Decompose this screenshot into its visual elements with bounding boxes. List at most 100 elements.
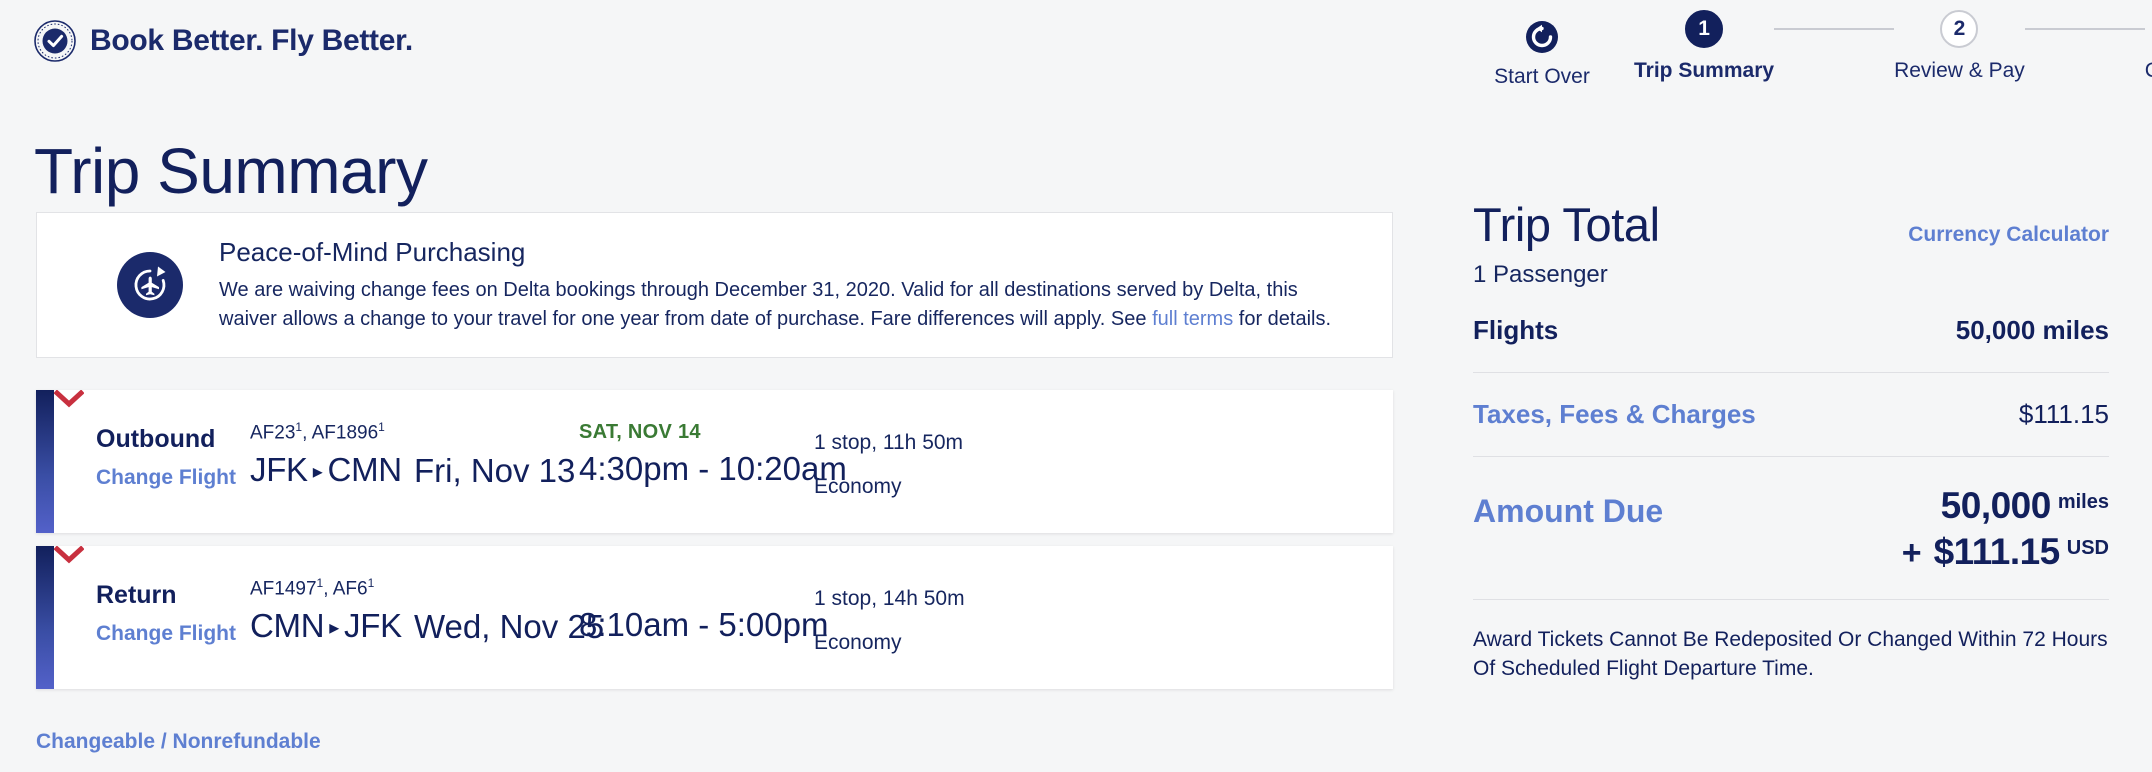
flight-number-1-footnote: 1 bbox=[316, 576, 324, 590]
peace-of-mind-text-part1: We are waiving change fees on Delta book… bbox=[219, 278, 1298, 330]
amount-due-miles: 50,000 bbox=[1940, 485, 2052, 527]
flight-numbers: AF231, AF18961 bbox=[250, 420, 385, 444]
flight-number-2-footnote: 1 bbox=[378, 420, 385, 434]
flight-cabin: Economy bbox=[814, 475, 902, 499]
amount-due-miles-line: 50,000 miles bbox=[1902, 485, 2109, 527]
step-list: 1 Trip Summary 2 Review & Pay 3 Confirma… bbox=[1634, 10, 2152, 83]
step-label-confirmation: Confirmation bbox=[2145, 59, 2152, 83]
flight-number-2: AF1896 bbox=[311, 422, 379, 444]
progress-stepper: Start Over 1 Trip Summary 2 Review & Pay… bbox=[1478, 10, 2152, 89]
flight-origin: CMN bbox=[250, 607, 325, 645]
step-review-pay[interactable]: 2 Review & Pay bbox=[1894, 10, 2025, 83]
arrival-day-label: SAT, NOV 14 bbox=[579, 421, 701, 443]
plane-refresh-icon bbox=[117, 252, 183, 318]
arrow-right-icon: ▸ bbox=[329, 617, 340, 640]
step-trip-summary[interactable]: 1 Trip Summary bbox=[1634, 10, 1774, 83]
trip-total-panel: Trip Total Currency Calculator 1 Passeng… bbox=[1473, 200, 2109, 683]
taxes-label[interactable]: Taxes, Fees & Charges bbox=[1473, 399, 1756, 430]
flight-date-group: Fri, Nov 13 bbox=[414, 452, 575, 490]
chevron-down-icon bbox=[53, 545, 85, 564]
flight-content-return: Return Change Flight AF14971, AF61 CMN ▸ J… bbox=[53, 545, 1393, 689]
step-number-2: 2 bbox=[1940, 10, 1979, 48]
amount-due-miles-unit: miles bbox=[2057, 491, 2109, 514]
summary-divider-1 bbox=[1473, 372, 2109, 374]
trip-summary-page: Book Better. Fly Better. Start Over 1 Tr… bbox=[0, 0, 2152, 772]
flight-date: Wed, Nov 25 bbox=[414, 608, 605, 645]
flight-date: Fri, Nov 13 bbox=[414, 452, 576, 489]
passenger-count: 1 Passenger bbox=[1473, 261, 1608, 289]
flight-date-group: Wed, Nov 25 bbox=[414, 608, 604, 646]
restart-circle-icon bbox=[1524, 19, 1560, 55]
peace-of-mind-title: Peace-of-Mind Purchasing bbox=[219, 236, 526, 267]
flight-number-2: AF6 bbox=[332, 578, 368, 600]
fare-rules-link[interactable]: Changeable / Nonrefundable bbox=[36, 730, 321, 754]
change-flight-link-outbound[interactable]: Change Flight bbox=[96, 466, 236, 490]
flight-direction: Return bbox=[96, 581, 177, 609]
brand-tagline: Book Better. Fly Better. bbox=[90, 24, 413, 57]
arrival-day-label bbox=[579, 576, 828, 600]
peace-of-mind-text: We are waiving change fees on Delta book… bbox=[219, 276, 1339, 334]
flight-destination: CMN bbox=[327, 451, 403, 489]
flight-number-1: AF1497 bbox=[250, 578, 317, 600]
flight-route-group: AF14971, AF61 CMN ▸ JFK bbox=[250, 576, 402, 645]
trip-total-header: Trip Total Currency Calculator bbox=[1473, 200, 2109, 250]
flight-cabin: Economy bbox=[814, 631, 902, 655]
step-number-1: 1 bbox=[1685, 10, 1724, 48]
flight-row-return[interactable]: Return Change Flight AF14971, AF61 CMN ▸ J… bbox=[36, 545, 1393, 689]
summary-divider-3 bbox=[1473, 599, 2109, 601]
expand-flight-return[interactable] bbox=[53, 545, 1393, 564]
brand-logo[interactable]: Book Better. Fly Better. bbox=[34, 20, 413, 62]
flight-numbers: AF14971, AF61 bbox=[250, 576, 375, 600]
flight-label-group: Return Change Flight bbox=[96, 582, 236, 646]
flight-stops-duration: 1 stop, 11h 50m bbox=[814, 431, 964, 454]
flight-route: CMN ▸ JFK bbox=[250, 607, 402, 645]
flight-accent-bar bbox=[36, 390, 54, 533]
flight-route: JFK ▸ CMN bbox=[250, 451, 402, 489]
amount-due-plus-sign: + bbox=[1901, 534, 1922, 573]
arrow-right-icon: ▸ bbox=[312, 461, 323, 484]
peace-of-mind-content: Peace-of-Mind Purchasing We are waiving … bbox=[219, 237, 1339, 334]
flight-times: 4:30pm - 10:20am bbox=[579, 450, 847, 487]
flight-label-group: Outbound Change Flight bbox=[96, 426, 236, 490]
peace-of-mind-text-part2: for details. bbox=[1233, 307, 1332, 330]
flight-stops-duration: 1 stop, 14h 50m bbox=[814, 587, 965, 610]
flight-row-outbound[interactable]: Outbound Change Flight AF231, AF18961 JF… bbox=[36, 389, 1393, 533]
amount-due-row: Amount Due 50,000 miles + $111.15 USD bbox=[1473, 485, 2109, 573]
amount-due-cash-unit: USD bbox=[2066, 537, 2109, 560]
flight-times: 8:10am - 5:00pm bbox=[579, 606, 829, 643]
expand-flight-outbound[interactable] bbox=[53, 389, 1393, 408]
flight-route-group: AF231, AF18961 JFK ▸ CMN bbox=[250, 420, 402, 489]
flight-stops-group: 1 stop, 11h 50m Economy bbox=[814, 430, 963, 499]
start-over-button[interactable]: Start Over bbox=[1478, 10, 1606, 89]
amount-due-cash: $111.15 bbox=[1933, 531, 2061, 573]
flight-times-group: SAT, NOV 14 4:30pm - 10:20am bbox=[579, 420, 847, 488]
step-connector-2 bbox=[2024, 28, 2145, 30]
flight-direction: Outbound bbox=[96, 425, 216, 453]
page-title: Trip Summary bbox=[34, 134, 428, 207]
summary-divider-2 bbox=[1473, 456, 2109, 458]
amount-due-label[interactable]: Amount Due bbox=[1473, 485, 1663, 530]
step-label-review-pay: Review & Pay bbox=[1894, 59, 2025, 82]
flight-number-1: AF23 bbox=[250, 422, 296, 444]
start-over-label: Start Over bbox=[1494, 65, 1590, 88]
amount-due-values: 50,000 miles + $111.15 USD bbox=[1902, 485, 2109, 573]
taxes-row: Taxes, Fees & Charges $111.15 bbox=[1473, 399, 2109, 430]
flights-value: 50,000 miles bbox=[1955, 315, 2109, 346]
chevron-down-icon bbox=[53, 389, 85, 408]
check-badge-icon bbox=[34, 20, 76, 62]
step-confirmation[interactable]: 3 Confirmation bbox=[2145, 10, 2152, 83]
flights-total-row: Flights 50,000 miles bbox=[1473, 315, 2109, 346]
flight-number-2-footnote: 1 bbox=[367, 576, 375, 590]
currency-calculator-link[interactable]: Currency Calculator bbox=[1908, 223, 2109, 247]
step-label-trip-summary: Trip Summary bbox=[1634, 59, 1775, 82]
peace-of-mind-banner: Peace-of-Mind Purchasing We are waiving … bbox=[36, 212, 1393, 358]
change-flight-link-return[interactable]: Change Flight bbox=[96, 622, 236, 646]
amount-due-cash-line: + $111.15 USD bbox=[1902, 531, 2109, 573]
taxes-value: $111.15 bbox=[2018, 399, 2109, 430]
award-ticket-note: Award Tickets Cannot Be Redeposited Or C… bbox=[1473, 628, 2108, 680]
full-terms-link[interactable]: full terms bbox=[1152, 308, 1233, 330]
flight-stops-group: 1 stop, 14h 50m Economy bbox=[814, 586, 965, 655]
flight-origin: JFK bbox=[250, 451, 308, 489]
step-connector-1 bbox=[1774, 28, 1895, 30]
flight-content-outbound: Outbound Change Flight AF231, AF18961 JF… bbox=[53, 389, 1393, 533]
